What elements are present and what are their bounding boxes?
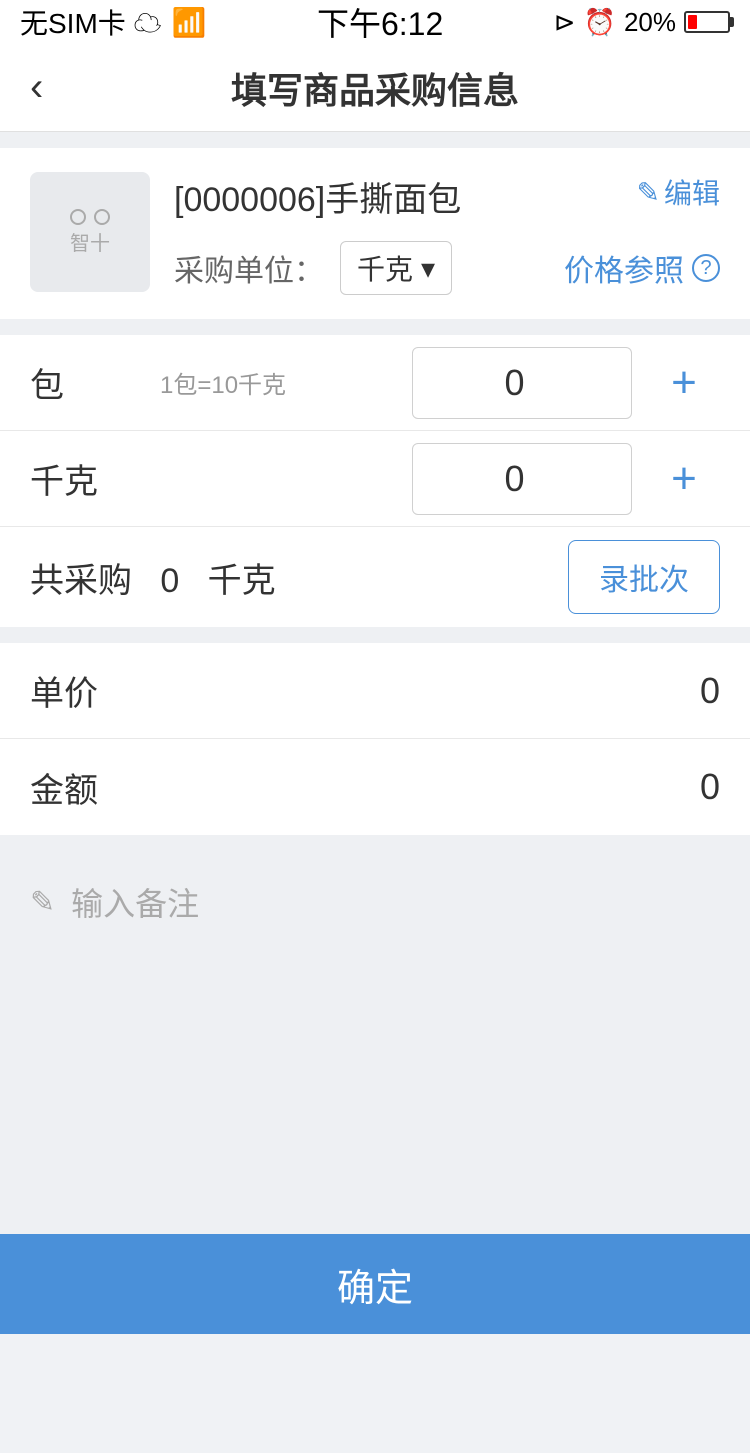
summary-amount: 0 bbox=[160, 562, 179, 600]
bag-input-area: + bbox=[286, 347, 720, 419]
battery-icon bbox=[684, 11, 730, 33]
dropdown-arrow-icon: ▾ bbox=[421, 252, 435, 285]
product-header: [0000006]手撕面包 ✎ 编辑 bbox=[174, 172, 720, 221]
wifi-icon: 📶 bbox=[172, 6, 207, 39]
summary-label: 共采购 bbox=[30, 562, 132, 600]
product-card: 智十 [0000006]手撕面包 ✎ 编辑 采购单位： 千克 ▾ bbox=[0, 148, 750, 319]
product-logo: 智十 bbox=[70, 209, 110, 256]
mid-divider-1 bbox=[0, 319, 750, 335]
product-image: 智十 bbox=[30, 172, 150, 292]
summary-unit: 千克 bbox=[208, 562, 276, 600]
sim-label: 无SIM卡 ☁ bbox=[20, 2, 162, 42]
bag-label: 包 bbox=[30, 358, 150, 407]
record-batch-button[interactable]: 录批次 bbox=[568, 540, 720, 614]
price-reference-button[interactable]: 价格参照 ? bbox=[564, 246, 720, 290]
note-section[interactable]: ✎ 输入备注 bbox=[0, 851, 750, 953]
status-bar: 无SIM卡 ☁ 📶 下午6:12 ⊳ ⏰ 20% bbox=[0, 0, 750, 44]
edit-label: 编辑 bbox=[664, 172, 720, 212]
status-time: 下午6:12 bbox=[317, 0, 443, 45]
info-icon: ? bbox=[692, 254, 720, 282]
kg-plus-button[interactable]: + bbox=[648, 443, 720, 515]
amount-value: 0 bbox=[700, 766, 720, 808]
bag-plus-button[interactable]: + bbox=[648, 347, 720, 419]
unit-label: 采购单位： bbox=[174, 246, 324, 290]
summary-text: 共采购 0 千克 bbox=[30, 553, 276, 602]
bag-input[interactable] bbox=[412, 347, 632, 419]
kg-label: 千克 bbox=[30, 454, 150, 503]
product-name: [0000006]手撕面包 bbox=[174, 172, 461, 221]
mid-divider-3 bbox=[0, 835, 750, 851]
amount-label: 金额 bbox=[30, 763, 98, 812]
top-divider bbox=[0, 132, 750, 148]
location-icon: ⊳ bbox=[554, 7, 576, 38]
kg-input-area: + bbox=[150, 443, 720, 515]
form-section: 包 1包=10千克 + 千克 + bbox=[0, 335, 750, 527]
amount-row: 金额 0 bbox=[0, 739, 750, 835]
unit-value: 千克 bbox=[357, 248, 413, 288]
status-right: ⊳ ⏰ 20% bbox=[554, 7, 730, 38]
logo-text: 智十 bbox=[70, 227, 110, 256]
page-title: 填写商品采购信息 bbox=[231, 62, 519, 114]
status-left: 无SIM卡 ☁ 📶 bbox=[20, 2, 206, 42]
unit-price-label: 单价 bbox=[30, 666, 98, 715]
price-ref-label: 价格参照 bbox=[564, 246, 684, 290]
edit-icon: ✎ bbox=[637, 176, 660, 209]
bag-row: 包 1包=10千克 + bbox=[0, 335, 750, 431]
confirm-button[interactable]: 确定 bbox=[0, 1234, 750, 1334]
nav-bar: ‹ 填写商品采购信息 bbox=[0, 44, 750, 132]
pencil-icon: ✎ bbox=[30, 885, 55, 920]
summary-row: 共采购 0 千克 录批次 bbox=[0, 527, 750, 627]
mid-divider-2 bbox=[0, 627, 750, 643]
back-button[interactable]: ‹ bbox=[30, 55, 63, 120]
confirm-label: 确定 bbox=[337, 1257, 413, 1312]
product-unit-row: 采购单位： 千克 ▾ 价格参照 ? bbox=[174, 241, 720, 295]
battery-percent: 20% bbox=[624, 7, 676, 38]
alarm-icon: ⏰ bbox=[584, 7, 616, 38]
unit-dropdown[interactable]: 千克 ▾ bbox=[340, 241, 452, 295]
unit-selector-area: 采购单位： 千克 ▾ bbox=[174, 241, 452, 295]
kg-row: 千克 + bbox=[0, 431, 750, 527]
note-placeholder: 输入备注 bbox=[71, 879, 199, 925]
product-info: [0000006]手撕面包 ✎ 编辑 采购单位： 千克 ▾ 价格参照 ? bbox=[174, 172, 720, 295]
bag-sublabel: 1包=10千克 bbox=[160, 365, 286, 400]
kg-input[interactable] bbox=[412, 443, 632, 515]
unit-price-row: 单价 0 bbox=[0, 643, 750, 739]
edit-button[interactable]: ✎ 编辑 bbox=[637, 172, 720, 212]
unit-price-value: 0 bbox=[700, 670, 720, 712]
